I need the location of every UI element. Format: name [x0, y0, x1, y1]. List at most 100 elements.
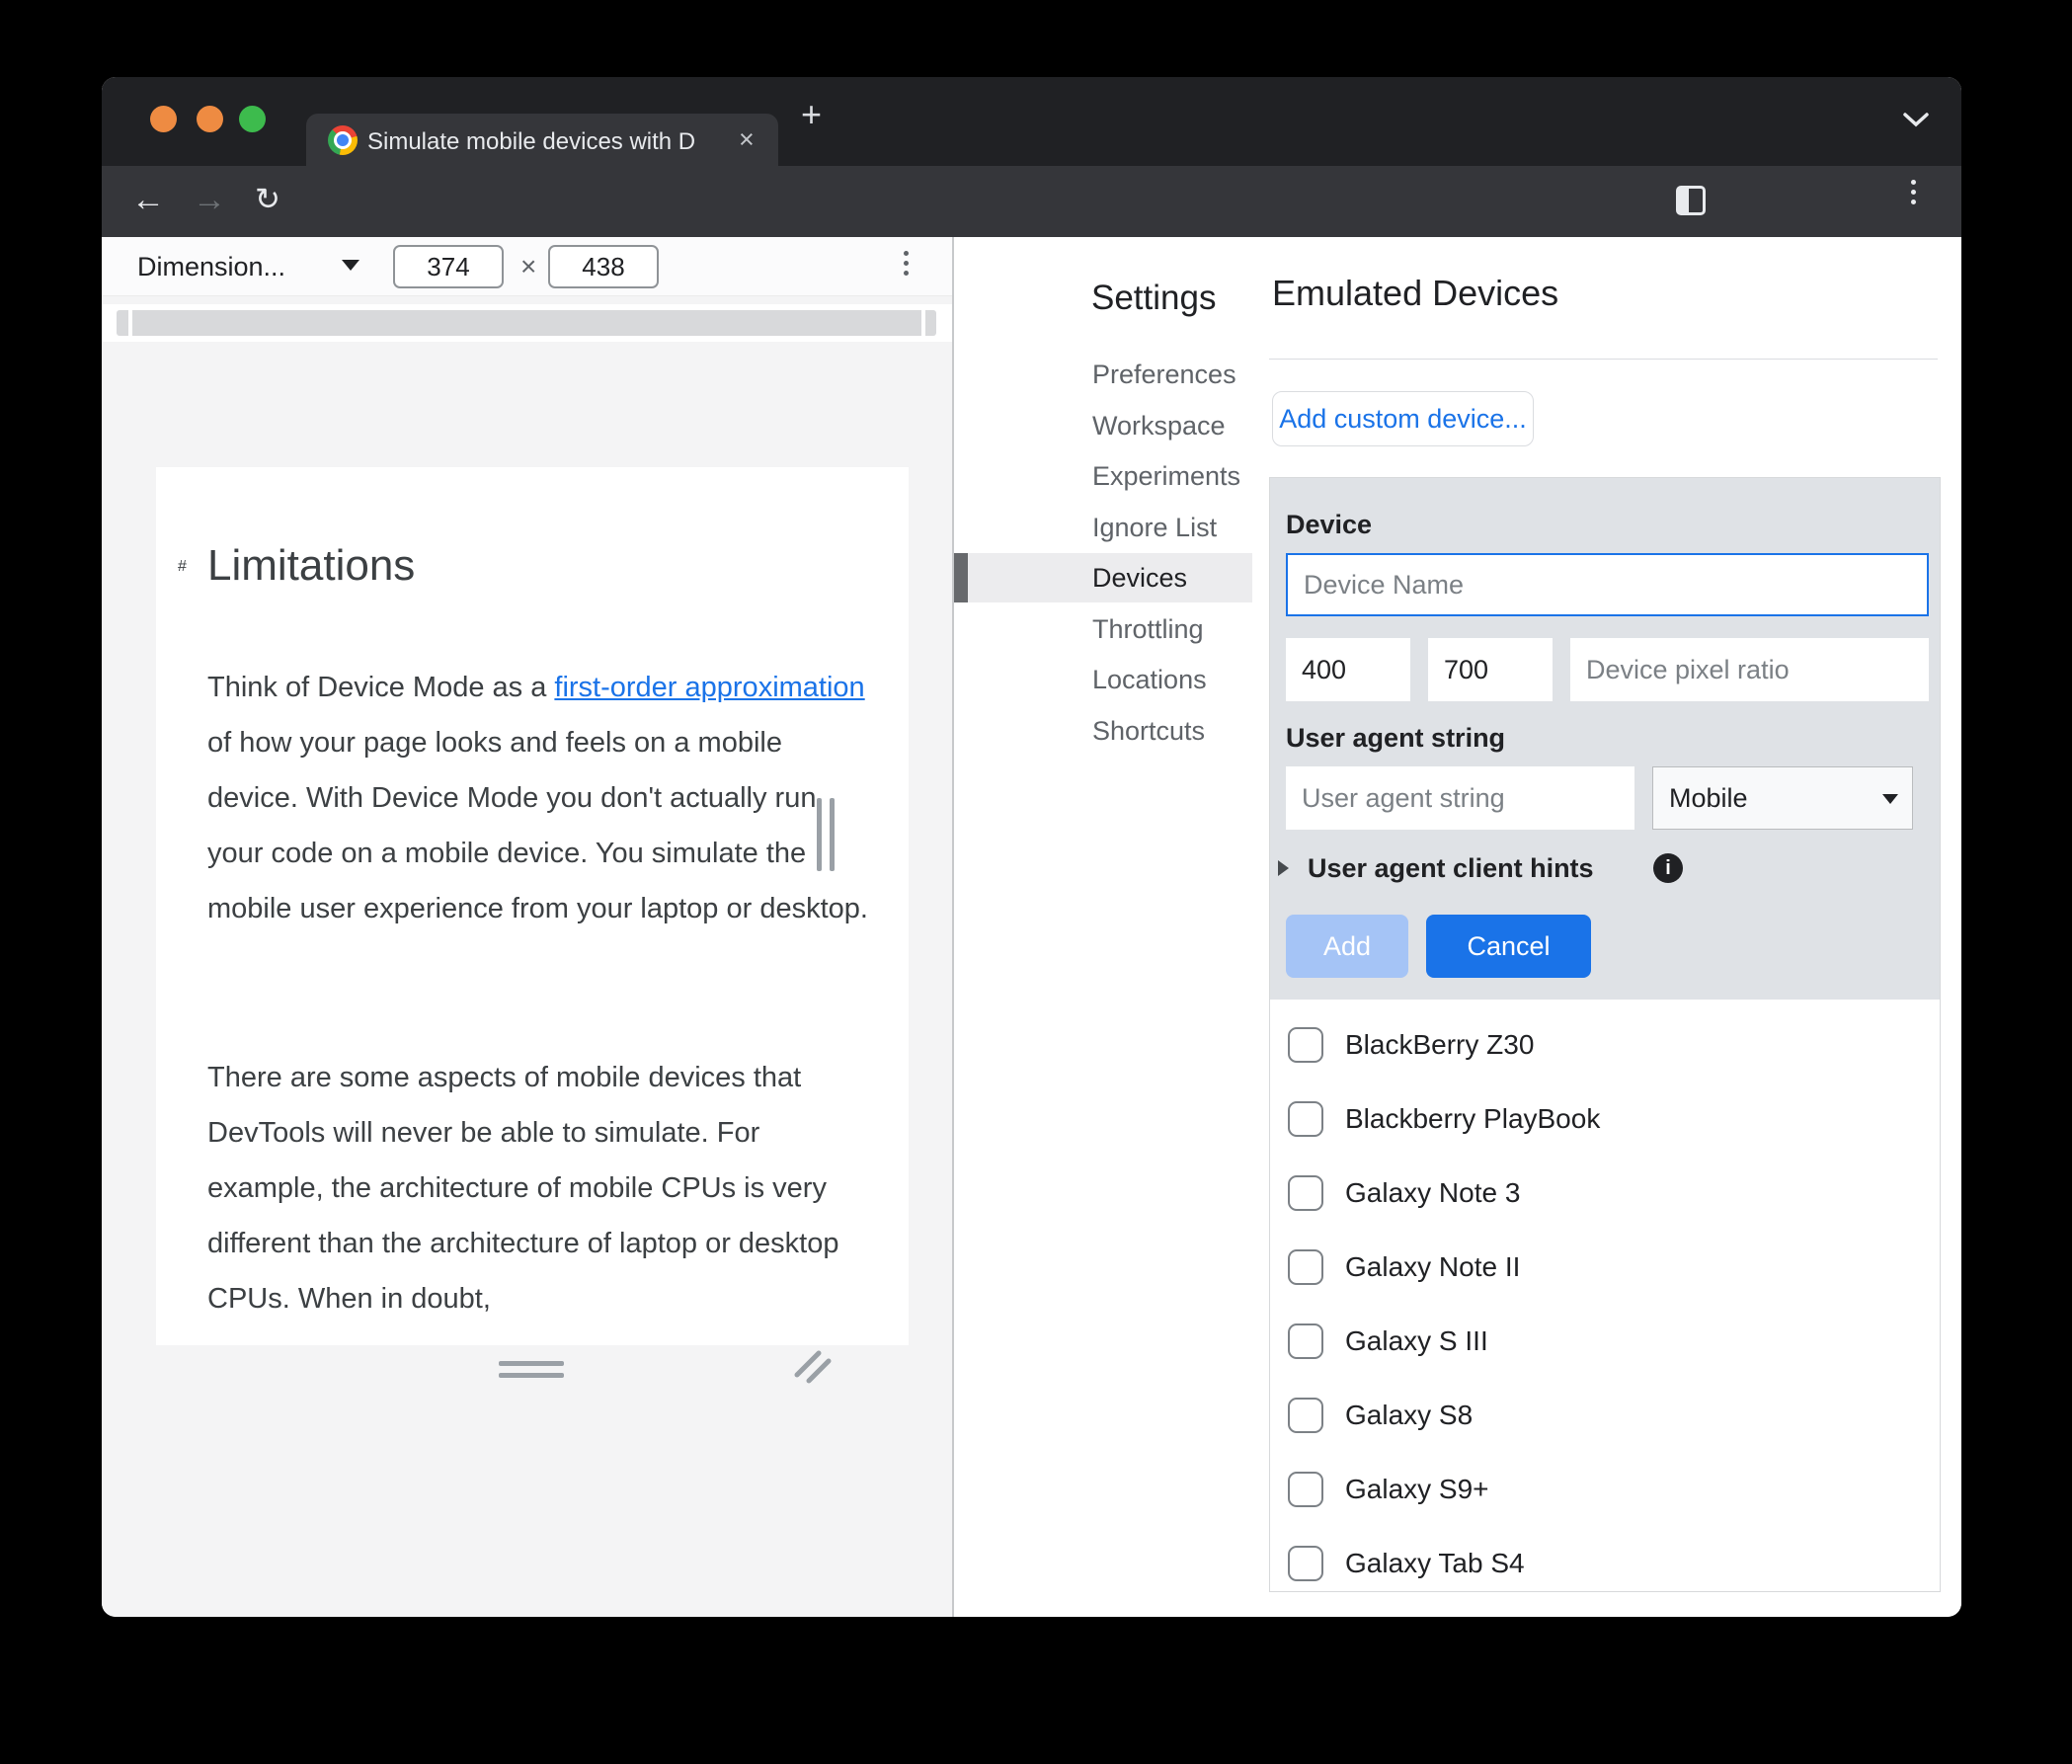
settings-sidebar-item[interactable]: Devices	[954, 553, 1252, 602]
browser-window: Simulate mobile devices with D × + ← → ↻…	[102, 77, 1961, 1617]
device-label: Galaxy S8	[1345, 1400, 1474, 1430]
emulated-devices-title: Emulated Devices	[1272, 273, 1559, 313]
device-checkbox[interactable]	[1288, 1323, 1323, 1359]
sidebar-item-label: Shortcuts	[1092, 715, 1206, 746]
doc-p1-text: Think of Device Mode as a	[207, 672, 555, 703]
user-agent-input[interactable]	[1286, 766, 1634, 830]
device-checkbox[interactable]	[1288, 1027, 1323, 1063]
doc-paragraph-2: There are some aspects of mobile devices…	[207, 1062, 839, 1315]
device-width-input[interactable]	[1286, 638, 1410, 701]
back-button[interactable]: ←	[131, 183, 165, 216]
traffic-light-close-icon[interactable]	[150, 106, 177, 132]
viewport-width-input[interactable]	[393, 245, 504, 288]
dimension-dropdown-arrow-icon	[342, 260, 359, 271]
select-arrow-icon	[1882, 794, 1898, 804]
device-label: Galaxy S9+	[1345, 1474, 1489, 1504]
ua-type-value: Mobile	[1669, 783, 1748, 813]
browser-menu-kebab-icon[interactable]	[1911, 180, 1916, 204]
ua-section-label: User agent string	[1286, 723, 1506, 753]
device-checkbox[interactable]	[1288, 1398, 1323, 1433]
device-checkbox[interactable]	[1288, 1472, 1323, 1507]
viewport-right-resize-handle[interactable]	[817, 798, 822, 871]
device-checkbox[interactable]	[1288, 1546, 1323, 1581]
reload-button[interactable]: ↻	[255, 183, 280, 216]
device-list-row: Blackberry PlayBook	[1270, 1093, 1938, 1145]
add-custom-device-button[interactable]: Add custom device...	[1272, 391, 1534, 446]
settings-panel: × Settings Preferences Workspace Experim…	[954, 237, 1961, 1617]
device-mode-pane: Dimension... × # Limitations Think of De…	[102, 237, 952, 1617]
device-list-row: Galaxy S8	[1270, 1390, 1938, 1441]
device-label: Galaxy S III	[1345, 1325, 1488, 1356]
forward-button[interactable]: →	[193, 183, 226, 216]
sidebar-item-label: Ignore List	[1092, 512, 1218, 542]
emulated-devices-section: Emulated Devices Add custom device... De…	[1269, 237, 1941, 1617]
traffic-light-minimize-icon[interactable]	[197, 106, 223, 132]
ua-type-select[interactable]: Mobile	[1652, 766, 1913, 830]
ruler-notch	[128, 310, 132, 336]
sidebar-item-label: Locations	[1092, 665, 1207, 694]
screenshot-canvas: Simulate mobile devices with D × + ← → ↻…	[0, 0, 2072, 1764]
device-list-row: Galaxy Note II	[1270, 1242, 1938, 1293]
tab-search-chevron-down-icon[interactable]	[1901, 110, 1931, 129]
client-hints-info-icon[interactable]: i	[1653, 853, 1683, 883]
device-list-row: BlackBerry Z30	[1270, 1019, 1938, 1071]
device-name-input[interactable]	[1286, 553, 1929, 616]
browser-tab[interactable]: Simulate mobile devices with D ×	[306, 114, 778, 166]
device-mode-ruler	[102, 304, 952, 342]
settings-sidebar-item[interactable]: Ignore List	[954, 503, 1252, 552]
ruler-track[interactable]	[117, 310, 936, 336]
settings-sidebar-item[interactable]: Workspace	[954, 401, 1252, 450]
device-field-label: Device	[1286, 510, 1373, 539]
custom-device-form: Device User agent string Mobile User age…	[1270, 478, 1940, 1000]
first-order-approximation-link[interactable]: first-order approximation	[554, 672, 864, 703]
device-label: Galaxy Tab S4	[1345, 1548, 1525, 1578]
sidebar-item-label: Experiments	[1092, 461, 1241, 491]
tab-strip: Simulate mobile devices with D × +	[102, 77, 1961, 166]
tab-title: Simulate mobile devices with D	[367, 128, 696, 155]
settings-sidebar-item[interactable]: Experiments	[954, 451, 1252, 501]
device-pixel-ratio-input[interactable]	[1570, 638, 1929, 701]
client-hints-label: User agent client hints	[1308, 853, 1594, 883]
settings-sidebar-item[interactable]: Preferences	[954, 350, 1252, 399]
traffic-light-zoom-icon[interactable]	[239, 106, 266, 132]
device-label: Galaxy Note II	[1345, 1251, 1521, 1282]
ruler-notch	[921, 310, 925, 336]
cancel-button[interactable]: Cancel	[1426, 915, 1591, 978]
settings-sidebar-item[interactable]: Locations	[954, 655, 1252, 704]
title-divider	[1269, 359, 1938, 360]
viewport-bottom-resize-handle[interactable]	[499, 1361, 564, 1366]
page-heading: Limitations	[207, 541, 416, 590]
side-panel-icon[interactable]	[1676, 186, 1706, 215]
viewport-right-resize-handle[interactable]	[830, 798, 835, 871]
viewport-height-input[interactable]	[548, 245, 659, 288]
settings-sidebar-item[interactable]: Shortcuts	[954, 706, 1252, 756]
doc-paragraph-1: Think of Device Mode as a first-order ap…	[207, 660, 871, 936]
settings-sidebar-item[interactable]: Throttling	[954, 604, 1252, 654]
sidebar-item-label: Throttling	[1092, 613, 1204, 644]
sidebar-item-label: Workspace	[1092, 410, 1226, 441]
new-tab-button[interactable]: +	[801, 97, 822, 132]
device-checkbox[interactable]	[1288, 1175, 1323, 1211]
device-mode-menu-kebab-icon[interactable]	[904, 251, 909, 276]
device-label: BlackBerry Z30	[1345, 1029, 1535, 1060]
browser-toolbar: ← → ↻ i localhost:8080/docs/devtools/dev…	[102, 166, 1961, 318]
add-device-button[interactable]: Add	[1286, 915, 1408, 978]
device-label: Galaxy Note 3	[1345, 1177, 1521, 1208]
device-checkbox[interactable]	[1288, 1101, 1323, 1137]
device-list-row: Galaxy Note 3	[1270, 1167, 1938, 1219]
viewport-corner-resize-handle[interactable]	[793, 1349, 833, 1385]
dimension-dropdown[interactable]: Dimension...	[137, 252, 285, 282]
heading-anchor-hash[interactable]: #	[178, 558, 187, 576]
doc-p1-text-after: of how your page looks and feels on a mo…	[207, 727, 868, 924]
sidebar-item-label: Preferences	[1092, 360, 1236, 389]
tab-close-icon[interactable]: ×	[739, 124, 755, 155]
viewport-bottom-resize-handle[interactable]	[499, 1373, 564, 1378]
device-checkbox[interactable]	[1288, 1249, 1323, 1285]
device-list-row: Galaxy S III	[1270, 1316, 1938, 1367]
chrome-favicon-icon	[328, 125, 358, 155]
device-label: Blackberry PlayBook	[1345, 1103, 1601, 1134]
settings-title: Settings	[1091, 279, 1217, 317]
device-height-input[interactable]	[1428, 638, 1553, 701]
dimension-separator: ×	[520, 251, 537, 281]
client-hints-expander-icon[interactable]	[1278, 860, 1289, 876]
